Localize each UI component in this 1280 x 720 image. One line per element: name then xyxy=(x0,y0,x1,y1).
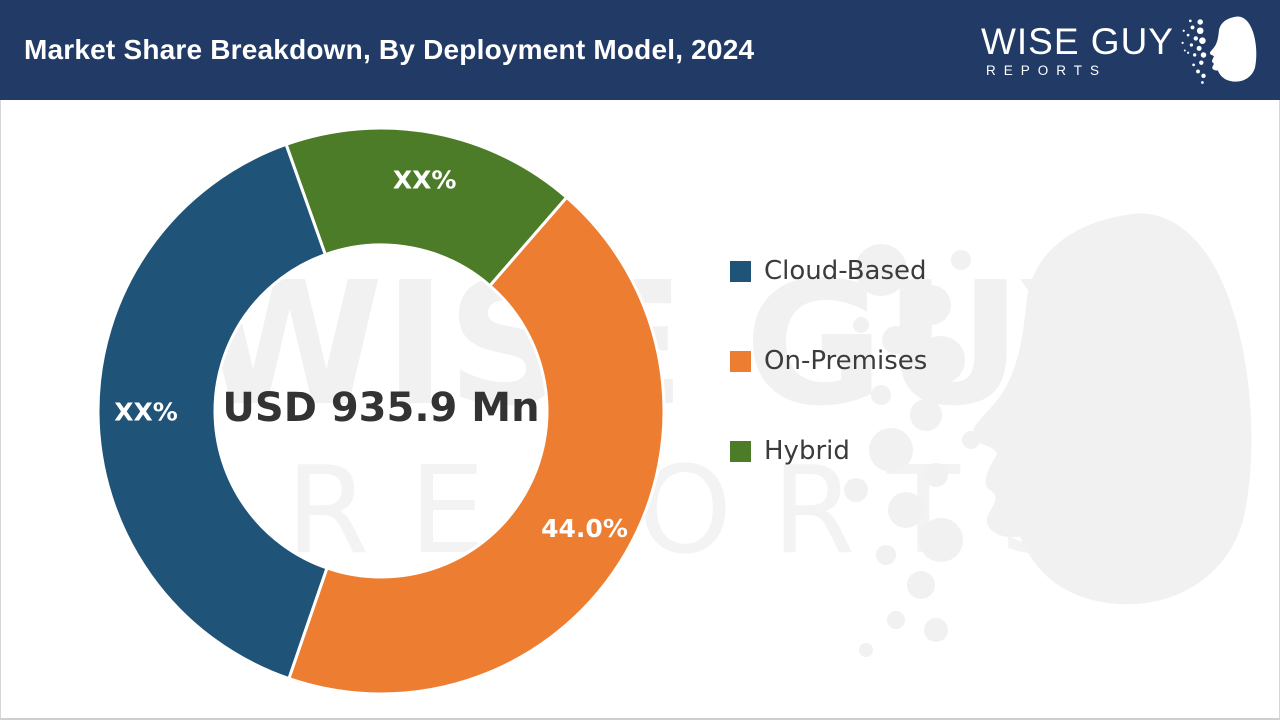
chart-title: Market Share Breakdown, By Deployment Mo… xyxy=(24,33,755,65)
legend-label-cloud-based: Cloud-Based xyxy=(764,256,927,286)
legend: Cloud-Based On-Premises Hybrid xyxy=(730,255,927,525)
slice-label-hybrid: XX% xyxy=(393,166,457,195)
chart-area: WISE GUY REPORTS XX% 44.0% XX% USD 935.9 M… xyxy=(0,100,1280,720)
legend-item-hybrid: Hybrid xyxy=(730,435,927,467)
legend-label-hybrid: Hybrid xyxy=(764,436,850,466)
donut-chart: XX% 44.0% XX% xyxy=(96,126,666,696)
wiseguy-face-icon xyxy=(1181,16,1257,84)
legend-item-cloud-based: Cloud-Based xyxy=(730,255,927,287)
header-bar: Market Share Breakdown, By Deployment Mo… xyxy=(0,0,1280,100)
legend-swatch-hybrid xyxy=(730,440,751,462)
slice-label-on-premises: 44.0% xyxy=(541,514,628,543)
logo-wordmark: WISE GUY xyxy=(980,20,1174,62)
legend-item-on-premises: On-Premises xyxy=(730,345,927,377)
wiseguy-logo: WISE GUY REPORTS xyxy=(981,0,1264,100)
legend-label-on-premises: On-Premises xyxy=(764,346,928,376)
legend-swatch-on-premises xyxy=(730,350,751,372)
legend-swatch-cloud-based xyxy=(730,260,751,282)
logo-subtext: REPORTS xyxy=(985,62,1107,78)
donut-center-value: USD 935.9 Mn xyxy=(222,385,540,431)
slice-label-cloud-based: XX% xyxy=(114,398,178,427)
logo-wordmark-block: WISE GUY REPORTS xyxy=(981,23,1174,78)
